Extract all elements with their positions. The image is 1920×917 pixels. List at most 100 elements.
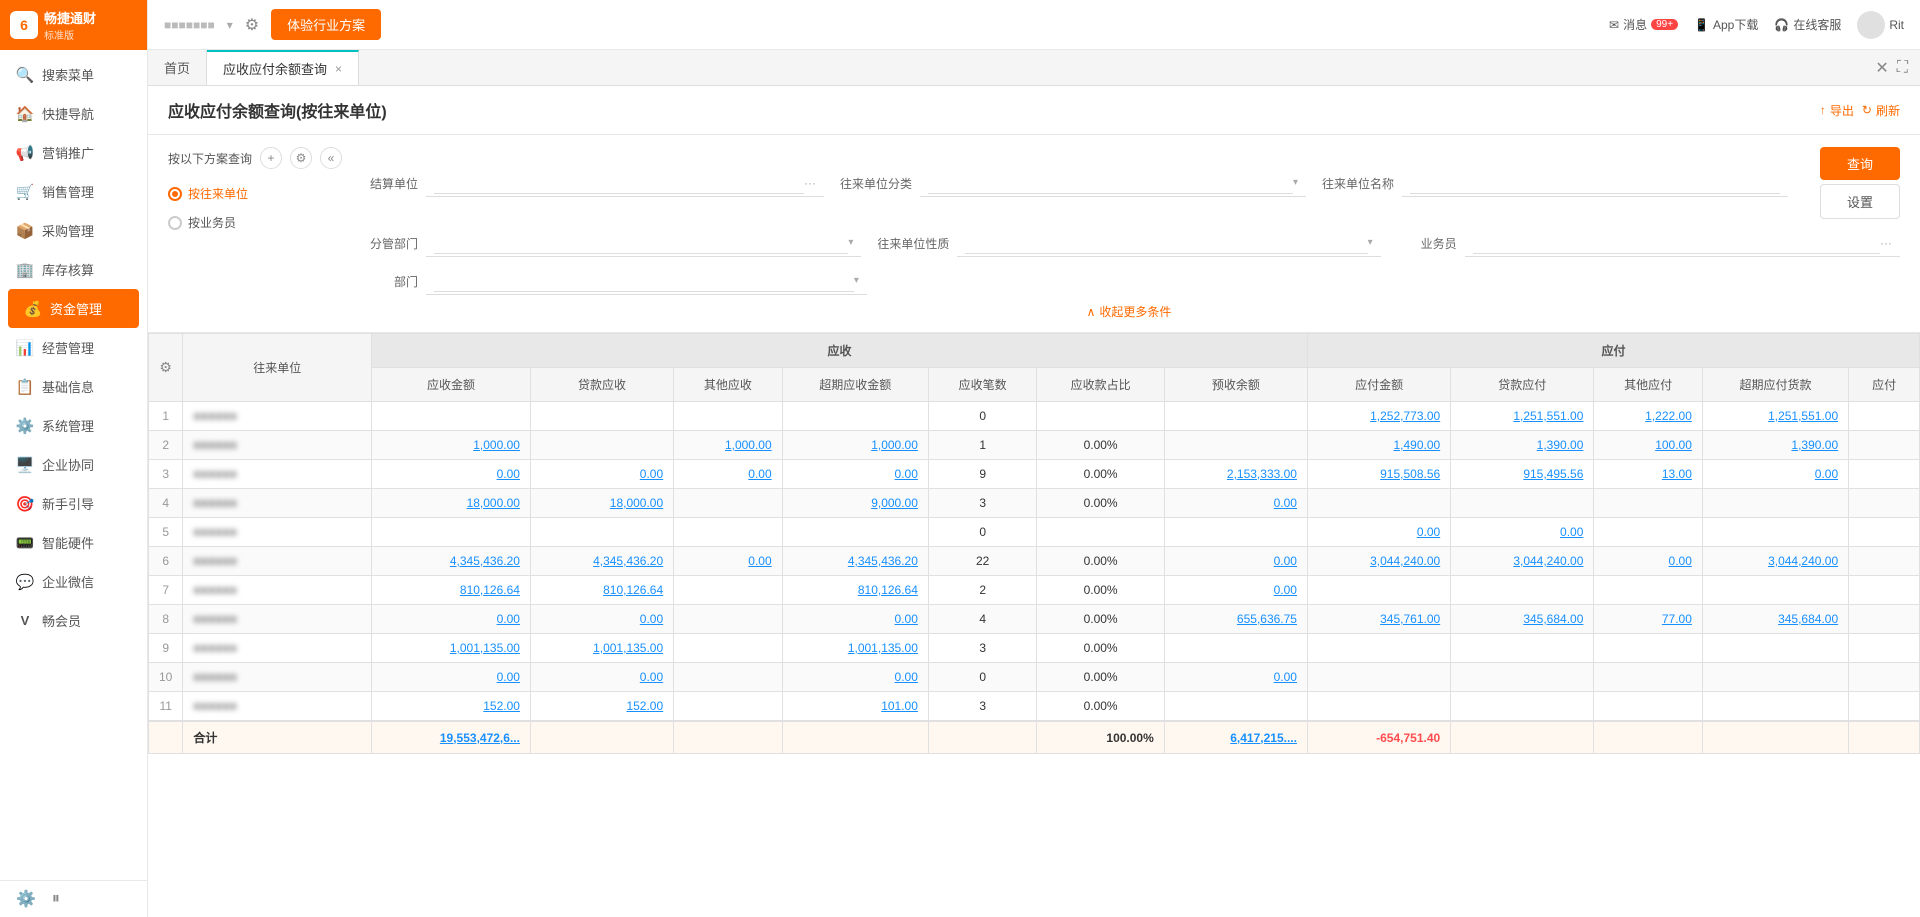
user-avatar-area[interactable]: Rit [1857, 11, 1904, 39]
settlement-unit-field[interactable] [434, 171, 804, 194]
row-ap-other-5[interactable]: 0.00 [1594, 547, 1703, 576]
query-button[interactable]: 查询 [1820, 147, 1900, 180]
filter-by-partner[interactable]: 按往来单位 [168, 179, 342, 208]
partner-nature-field[interactable] [965, 231, 1367, 254]
pause-icon[interactable]: ⏸ [52, 890, 60, 908]
promo-button[interactable]: 体验行业方案 [271, 9, 381, 40]
footer-ar-prepay[interactable]: 6,417,215.... [1164, 721, 1307, 754]
salesperson-input[interactable]: ··· [1465, 229, 1900, 257]
sidebar-item-member[interactable]: V 畅会员 [0, 601, 147, 640]
row-ap-amount-4[interactable]: 0.00 [1307, 518, 1450, 547]
row-ar-overdue-3[interactable]: 9,000.00 [782, 489, 928, 518]
row-ar-loan-7[interactable]: 0.00 [530, 605, 673, 634]
row-ar-overdue-9[interactable]: 0.00 [782, 663, 928, 692]
table-settings-col[interactable]: ⚙ [149, 334, 183, 402]
filter-collapse-btn[interactable]: « [320, 147, 342, 169]
row-ap-amount-0[interactable]: 1,252,773.00 [1307, 402, 1450, 431]
topbar-gear-icon[interactable]: ⚙ [245, 15, 259, 35]
filter-add-btn[interactable]: + [260, 147, 282, 169]
table-wrapper[interactable]: ⚙ 往来单位 应收 应付 应收金额 贷款应收 其他应收 超期应收金额 应收笔数 … [148, 333, 1920, 917]
filter-by-salesperson[interactable]: 按业务员 [168, 208, 342, 237]
row-ar-prepay-2[interactable]: 2,153,333.00 [1164, 460, 1307, 489]
settlement-dots-icon[interactable]: ··· [804, 176, 816, 190]
tab-active[interactable]: 应收应付余额查询 × [207, 50, 359, 85]
row-ar-overdue-5[interactable]: 4,345,436.20 [782, 547, 928, 576]
row-ar-loan-6[interactable]: 810,126.64 [530, 576, 673, 605]
row-ar-prepay-3[interactable]: 0.00 [1164, 489, 1307, 518]
sidebar-item-enterprise[interactable]: 🖥️ 企业协同 [0, 445, 147, 484]
row-ar-loan-5[interactable]: 4,345,436.20 [530, 547, 673, 576]
row-ar-overdue-7[interactable]: 0.00 [782, 605, 928, 634]
row-ap-loan-5[interactable]: 3,044,240.00 [1451, 547, 1594, 576]
row-ar-prepay-9[interactable]: 0.00 [1164, 663, 1307, 692]
row-ar-amount-6[interactable]: 810,126.64 [372, 576, 531, 605]
row-ar-loan-3[interactable]: 18,000.00 [530, 489, 673, 518]
sidebar-item-purchase[interactable]: 📦 采购管理 [0, 211, 147, 250]
row-ap-amount-5[interactable]: 3,044,240.00 [1307, 547, 1450, 576]
row-ar-overdue-8[interactable]: 1,001,135.00 [782, 634, 928, 663]
partner-category-input[interactable]: ▾ [920, 169, 1306, 197]
settlement-unit-input[interactable]: ··· [426, 169, 824, 197]
row-ar-overdue-1[interactable]: 1,000.00 [782, 431, 928, 460]
row-ar-prepay-6[interactable]: 0.00 [1164, 576, 1307, 605]
dept-field[interactable] [434, 269, 854, 292]
row-ap-other-1[interactable]: 100.00 [1594, 431, 1703, 460]
sidebar-item-marketing[interactable]: 📢 营销推广 [0, 133, 147, 172]
sidebar-item-operations[interactable]: 📊 经营管理 [0, 328, 147, 367]
row-ar-amount-10[interactable]: 152.00 [372, 692, 531, 722]
row-ar-prepay-5[interactable]: 0.00 [1164, 547, 1307, 576]
row-ap-overdue-2[interactable]: 0.00 [1702, 460, 1848, 489]
sidebar-item-sales[interactable]: 🛒 销售管理 [0, 172, 147, 211]
settings-button[interactable]: 设置 [1820, 184, 1900, 219]
row-ap-amount-1[interactable]: 1,490.00 [1307, 431, 1450, 460]
sidebar-item-finance[interactable]: 💰 资金管理 [8, 289, 139, 328]
sidebar-item-system[interactable]: ⚙️ 系统管理 [0, 406, 147, 445]
row-ap-overdue-5[interactable]: 3,044,240.00 [1702, 547, 1848, 576]
row-ar-loan-9[interactable]: 0.00 [530, 663, 673, 692]
sidebar-item-search[interactable]: 🔍 搜索菜单 [0, 55, 147, 94]
row-ap-other-0[interactable]: 1,222.00 [1594, 402, 1703, 431]
dept-input[interactable]: ▾ [426, 267, 867, 295]
row-ar-loan-10[interactable]: 152.00 [530, 692, 673, 722]
footer-ar-amount[interactable]: 19,553,472,6... [372, 721, 531, 754]
sidebar-item-inventory[interactable]: 🏢 库存核算 [0, 250, 147, 289]
row-ap-other-7[interactable]: 77.00 [1594, 605, 1703, 634]
row-ap-loan-2[interactable]: 915,495.56 [1451, 460, 1594, 489]
row-ar-other-5[interactable]: 0.00 [674, 547, 783, 576]
row-ap-overdue-7[interactable]: 345,684.00 [1702, 605, 1848, 634]
row-ar-loan-8[interactable]: 1,001,135.00 [530, 634, 673, 663]
sidebar-item-wechat[interactable]: 💬 企业微信 [0, 562, 147, 601]
branch-dept-field[interactable] [434, 231, 848, 254]
row-ar-amount-3[interactable]: 18,000.00 [372, 489, 531, 518]
row-ar-loan-2[interactable]: 0.00 [530, 460, 673, 489]
settings-bottom-icon[interactable]: ⚙️ [16, 889, 36, 909]
tab-close-window-icon[interactable]: ✕ [1875, 58, 1888, 78]
row-ap-overdue-1[interactable]: 1,390.00 [1702, 431, 1848, 460]
col-settings-icon[interactable]: ⚙ [159, 359, 172, 375]
row-ap-loan-4[interactable]: 0.00 [1451, 518, 1594, 547]
row-ap-amount-2[interactable]: 915,508.56 [1307, 460, 1450, 489]
message-button[interactable]: ✉ 消息 99+ [1609, 16, 1678, 33]
row-ar-overdue-10[interactable]: 101.00 [782, 692, 928, 722]
online-service-button[interactable]: 🎧 在线客服 [1774, 16, 1841, 33]
row-ar-amount-5[interactable]: 4,345,436.20 [372, 547, 531, 576]
refresh-button[interactable]: ↻ 刷新 [1862, 102, 1900, 119]
sidebar-item-guide[interactable]: 🎯 新手引导 [0, 484, 147, 523]
row-ap-loan-0[interactable]: 1,251,551.00 [1451, 402, 1594, 431]
row-ap-other-2[interactable]: 13.00 [1594, 460, 1703, 489]
row-ar-overdue-2[interactable]: 0.00 [782, 460, 928, 489]
salesperson-field[interactable] [1473, 231, 1880, 254]
tab-home[interactable]: 首页 [148, 50, 207, 85]
row-ar-amount-7[interactable]: 0.00 [372, 605, 531, 634]
salesperson-dots-icon[interactable]: ··· [1880, 236, 1892, 250]
partner-name-input[interactable] [1402, 169, 1788, 197]
row-ar-amount-2[interactable]: 0.00 [372, 460, 531, 489]
dept-arrow-icon[interactable]: ▾ [854, 275, 859, 286]
branch-dept-arrow-icon[interactable]: ▾ [848, 237, 853, 248]
partner-name-field[interactable] [1410, 171, 1780, 194]
export-button[interactable]: ↑ 导出 [1820, 102, 1854, 119]
filter-settings-btn[interactable]: ⚙ [290, 147, 312, 169]
row-ar-other-1[interactable]: 1,000.00 [674, 431, 783, 460]
row-ar-amount-8[interactable]: 1,001,135.00 [372, 634, 531, 663]
partner-category-arrow-icon[interactable]: ▾ [1293, 177, 1298, 188]
